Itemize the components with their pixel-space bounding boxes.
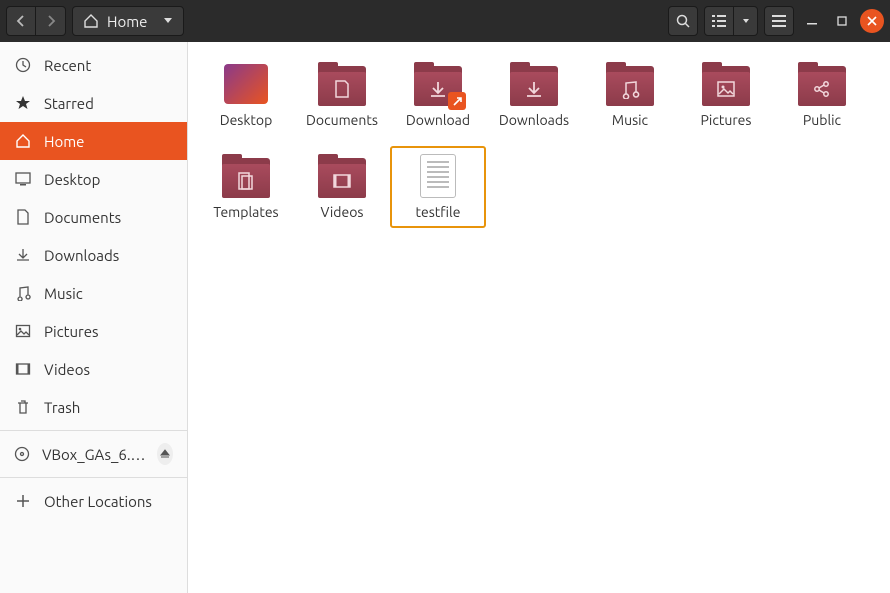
sidebar-item-label: Home <box>44 133 84 150</box>
plus-icon <box>14 493 32 509</box>
video-icon <box>14 361 32 377</box>
hamburger-icon <box>772 15 786 27</box>
sidebar-item-label: Documents <box>44 209 121 226</box>
minimize-icon <box>807 16 817 26</box>
file-label: Music <box>612 112 648 128</box>
file-item[interactable]: Documents <box>294 54 390 136</box>
file-label: Videos <box>321 204 364 220</box>
close-icon <box>867 16 877 26</box>
textfile-icon <box>412 152 464 200</box>
sidebar-item-music[interactable]: Music <box>0 274 187 312</box>
folder-icon <box>508 60 560 108</box>
file-item[interactable]: Downloads <box>486 54 582 136</box>
chevron-down-icon <box>742 18 750 24</box>
home-icon <box>83 13 99 29</box>
sidebar-item-label: Pictures <box>44 323 99 340</box>
sidebar-item-starred[interactable]: Starred <box>0 84 187 122</box>
nav-forward-button[interactable] <box>36 6 66 36</box>
music-icon <box>14 285 32 301</box>
sidebar-item-other-locations[interactable]: Other Locations <box>0 482 187 520</box>
sidebar-item-videos[interactable]: Videos <box>0 350 187 388</box>
nav-back-button[interactable] <box>6 6 36 36</box>
sidebar: Recent Starred Home Desktop Documents Do… <box>0 42 188 593</box>
desktop-icon <box>14 171 32 187</box>
folder-icon <box>220 152 272 200</box>
home-icon <box>14 133 32 149</box>
folder-icon <box>316 152 368 200</box>
picture-icon <box>14 323 32 339</box>
eject-icon <box>160 449 170 459</box>
hamburger-menu-button[interactable] <box>764 6 794 36</box>
window-minimize-button[interactable] <box>800 9 824 33</box>
sidebar-item-trash[interactable]: Trash <box>0 388 187 426</box>
titlebar: Home <box>0 0 890 42</box>
file-item[interactable]: Templates <box>198 146 294 228</box>
sidebar-item-recent[interactable]: Recent <box>0 46 187 84</box>
file-item[interactable]: testfile <box>390 146 486 228</box>
search-icon <box>676 14 690 28</box>
view-dropdown-button[interactable] <box>734 6 758 36</box>
window-maximize-button[interactable] <box>830 9 854 33</box>
file-item[interactable]: Videos <box>294 146 390 228</box>
clock-icon <box>14 57 32 73</box>
sidebar-item-label: Downloads <box>44 247 119 264</box>
folder-icon <box>796 60 848 108</box>
search-button[interactable] <box>668 6 698 36</box>
sidebar-item-label: Music <box>44 285 83 302</box>
file-item[interactable]: Desktop <box>198 54 294 136</box>
file-label: Documents <box>306 112 378 128</box>
folder-icon <box>412 60 464 108</box>
path-label: Home <box>107 13 147 30</box>
sidebar-item-home[interactable]: Home <box>0 122 187 160</box>
folder-icon <box>316 60 368 108</box>
sidebar-item-pictures[interactable]: Pictures <box>0 312 187 350</box>
chevron-left-icon <box>16 15 26 27</box>
folder-icon <box>700 60 752 108</box>
chevron-right-icon <box>46 15 56 27</box>
sidebar-item-label: Trash <box>44 399 80 416</box>
file-label: testfile <box>416 204 461 220</box>
folder-icon <box>604 60 656 108</box>
sidebar-item-label: VBox_GAs_6.… <box>42 446 145 463</box>
sidebar-item-label: Videos <box>44 361 90 378</box>
file-label: Download <box>406 112 470 128</box>
sidebar-item-label: Other Locations <box>44 493 152 510</box>
desktop-folder-icon <box>220 60 272 108</box>
list-icon <box>712 15 726 27</box>
window-close-button[interactable] <box>860 9 884 33</box>
eject-button[interactable] <box>157 443 173 465</box>
maximize-icon <box>837 16 847 26</box>
file-item[interactable]: Download <box>390 54 486 136</box>
sidebar-item-label: Desktop <box>44 171 100 188</box>
path-dropdown-icon <box>163 17 173 25</box>
file-item[interactable]: Music <box>582 54 678 136</box>
file-item[interactable]: Pictures <box>678 54 774 136</box>
file-grid-area: Desktop Documents Download Downloads Music Pi… <box>188 42 890 593</box>
download-icon <box>14 247 32 263</box>
file-label: Templates <box>213 204 278 220</box>
trash-icon <box>14 399 32 415</box>
sidebar-item-documents[interactable]: Documents <box>0 198 187 236</box>
file-label: Pictures <box>701 112 752 128</box>
shortcut-badge-icon <box>448 92 466 110</box>
sidebar-item-label: Recent <box>44 57 91 74</box>
sidebar-item-downloads[interactable]: Downloads <box>0 236 187 274</box>
file-item[interactable]: Public <box>774 54 870 136</box>
path-bar[interactable]: Home <box>72 6 184 36</box>
sidebar-item-label: Starred <box>44 95 94 112</box>
document-icon <box>14 209 32 225</box>
file-label: Downloads <box>499 112 569 128</box>
sidebar-item-desktop[interactable]: Desktop <box>0 160 187 198</box>
file-label: Desktop <box>220 112 273 128</box>
view-list-button[interactable] <box>704 6 734 36</box>
sidebar-item-mount[interactable]: VBox_GAs_6.… <box>0 435 187 473</box>
file-label: Public <box>803 112 841 128</box>
star-icon <box>14 95 32 111</box>
disc-icon <box>14 446 30 462</box>
